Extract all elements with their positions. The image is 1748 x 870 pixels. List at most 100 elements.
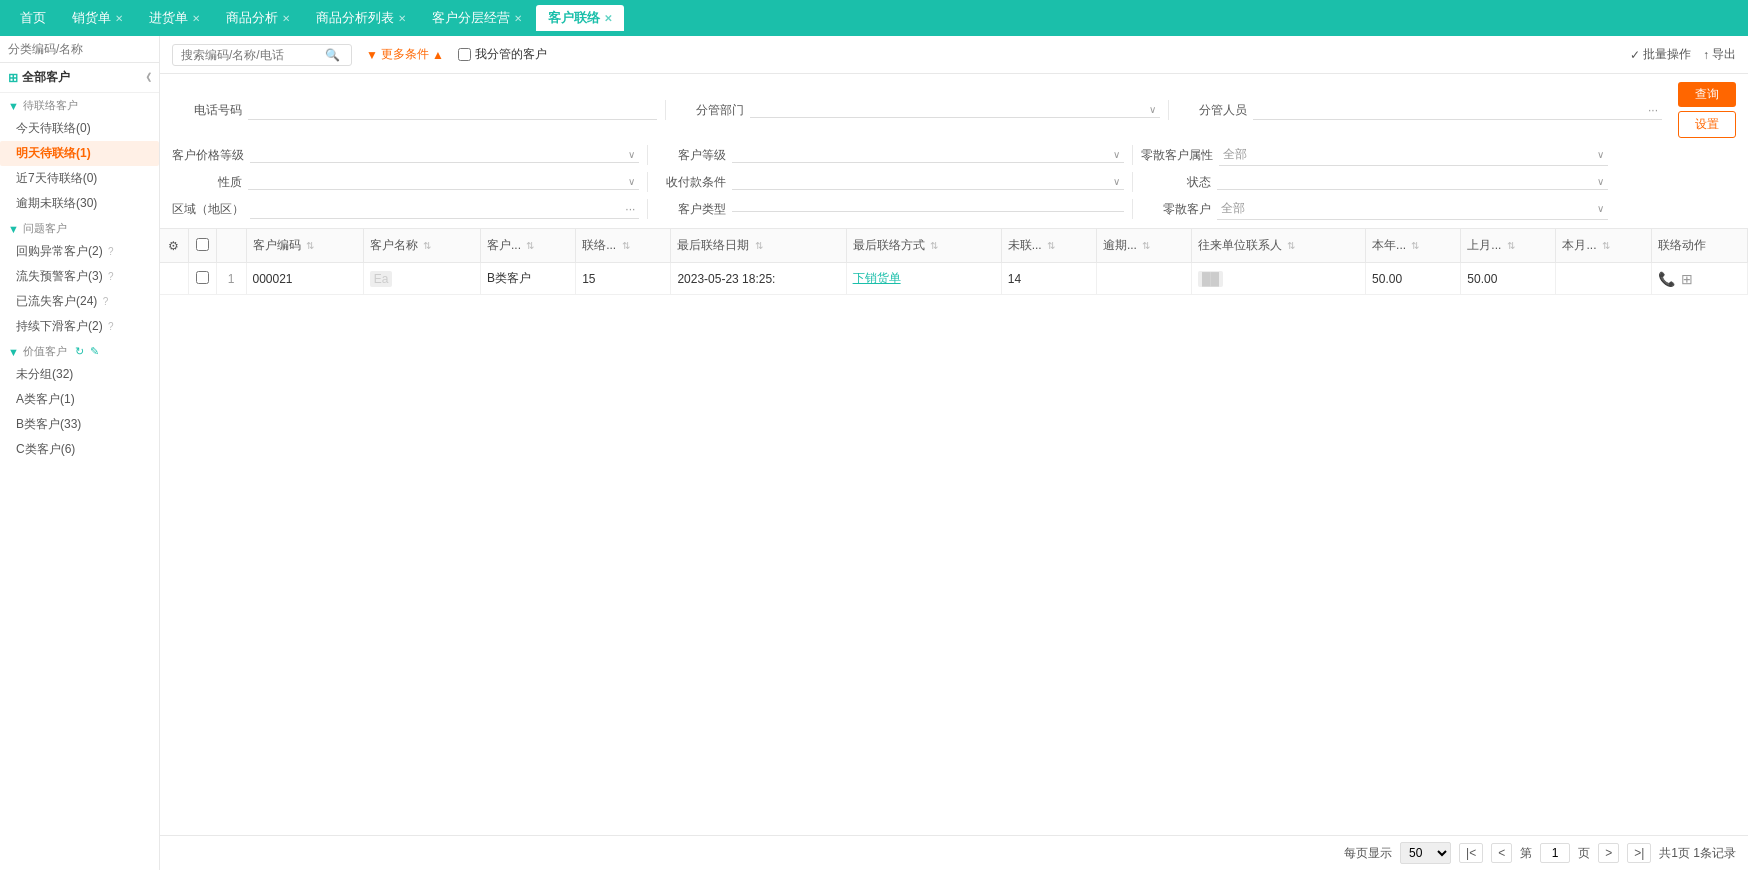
col-name-sort-icon[interactable]: ⇅ <box>423 240 431 251</box>
reset-btn[interactable]: 设置 <box>1678 111 1736 138</box>
sidebar-item-week[interactable]: 近7天待联络(0) <box>0 166 159 191</box>
my-customer-checkbox-label[interactable]: 我分管的客户 <box>458 46 547 63</box>
sidebar-item-lost-help-icon[interactable]: ? <box>108 271 114 282</box>
page-size-select[interactable]: 50 20 100 <box>1400 842 1451 864</box>
filter-manager-select[interactable]: ··· <box>1253 101 1662 120</box>
row-grid-action-icon[interactable]: ⊞ <box>1681 271 1693 287</box>
sidebar-item-declining-help-icon[interactable]: ? <box>108 321 114 332</box>
page-input[interactable] <box>1540 843 1570 863</box>
sidebar-item-declining[interactable]: 持续下滑客户(2) ? <box>0 314 159 339</box>
col-contact-sort-icon[interactable]: ⇅ <box>622 240 630 251</box>
sidebar-item-ungrouped[interactable]: 未分组(32) <box>0 362 159 387</box>
col-this-year-sort-icon[interactable]: ⇅ <box>1411 240 1419 251</box>
sidebar: 🔍 ⊞ 全部客户 《 ▼ 待联络客户 今天待联络(0) 明天待联络(1) 近7天… <box>0 36 160 870</box>
filter-retail-attr-value: 全部 <box>1223 146 1597 163</box>
sidebar-item-a-class[interactable]: A类客户(1) <box>0 387 159 412</box>
filter-divider-5 <box>647 172 648 192</box>
search-input[interactable] <box>181 48 321 62</box>
row-checkbox[interactable] <box>196 271 209 284</box>
col-check <box>188 229 216 263</box>
sidebar-search-area: 🔍 <box>0 36 159 63</box>
batch-btn[interactable]: ✓ 批量操作 <box>1630 46 1691 63</box>
filter-region-dots-icon[interactable]: ··· <box>625 202 635 216</box>
row-type-cell: B类客户 <box>481 263 576 295</box>
filter-status-select[interactable]: ∨ <box>1217 174 1608 190</box>
col-last-month-sort-icon[interactable]: ⇅ <box>1507 240 1515 251</box>
col-last-contact-date-sort-icon[interactable]: ⇅ <box>755 240 763 251</box>
my-customer-checkbox[interactable] <box>458 48 471 61</box>
sidebar-item-churned-help-icon[interactable]: ? <box>103 296 109 307</box>
filter-payment-select[interactable]: ∨ <box>732 174 1123 190</box>
filter-divider-1 <box>665 100 666 120</box>
col-overdue-sort-icon[interactable]: ⇅ <box>1142 240 1150 251</box>
filter-status-arrow-icon: ∨ <box>1597 176 1604 187</box>
col-last-contact-date-label: 最后联络日期 <box>677 238 749 252</box>
col-last-contact-method-sort-icon[interactable]: ⇅ <box>930 240 938 251</box>
sidebar-group-value-refresh-icon[interactable]: ↻ <box>75 345 84 358</box>
nav-purchase[interactable]: 进货单 ✕ <box>137 5 212 31</box>
filter-price-level-select[interactable]: ∨ <box>250 147 639 163</box>
search-icon[interactable]: 🔍 <box>325 48 340 62</box>
prev-page-btn[interactable]: < <box>1491 843 1512 863</box>
filter-retail-customer-field: 零散客户 全部 ∨ <box>1141 198 1608 220</box>
nav-customer-seg[interactable]: 客户分层经营 ✕ <box>420 5 534 31</box>
row-this-year: 50.00 <box>1372 272 1402 286</box>
last-page-btn[interactable]: >| <box>1627 843 1651 863</box>
filter-manager-dots-icon[interactable]: ··· <box>1648 103 1658 117</box>
col-last-contact-method-label: 最后联络方式 <box>853 238 925 252</box>
nav-customer-contact-close-icon[interactable]: ✕ <box>604 13 612 24</box>
sidebar-all-customers[interactable]: ⊞ 全部客户 《 <box>0 63 159 93</box>
gear-icon[interactable]: ⚙ <box>168 239 179 253</box>
nav-sales-close-icon[interactable]: ✕ <box>115 13 123 24</box>
filter-price-level-arrow-icon: ∨ <box>628 149 635 160</box>
nav-purchase-close-icon[interactable]: ✕ <box>192 13 200 24</box>
row-gear-cell <box>160 263 188 295</box>
col-action: 联络动作 <box>1651 229 1747 263</box>
col-code-sort-icon[interactable]: ⇅ <box>306 240 314 251</box>
nav-sales[interactable]: 销货单 ✕ <box>60 5 135 31</box>
col-uncontacted-sort-icon[interactable]: ⇅ <box>1047 240 1055 251</box>
filter-customer-type-field: 客户类型 <box>656 201 1123 218</box>
next-page-btn[interactable]: > <box>1598 843 1619 863</box>
sidebar-search-input[interactable] <box>8 42 158 56</box>
filter-retail-attr-select[interactable]: 全部 ∨ <box>1219 144 1608 166</box>
sidebar-item-today[interactable]: 今天待联络(0) <box>0 116 159 141</box>
first-page-btn[interactable]: |< <box>1459 843 1483 863</box>
row-last-contact-method[interactable]: 下销货单 <box>853 271 901 285</box>
filter-more-btn[interactable]: ▼ 更多条件 ▲ <box>360 42 450 67</box>
col-type-sort-icon[interactable]: ⇅ <box>526 240 534 251</box>
nav-home[interactable]: 首页 <box>8 5 58 31</box>
filter-customer-level-select[interactable]: ∨ <box>732 147 1123 163</box>
col-this-month-sort-icon[interactable]: ⇅ <box>1602 240 1610 251</box>
export-btn[interactable]: ↑ 导出 <box>1703 46 1736 63</box>
sidebar-collapse-icon[interactable]: 《 <box>141 71 151 85</box>
sidebar-item-abnormal[interactable]: 回购异常客户(2) ? <box>0 239 159 264</box>
filter-customer-type-select[interactable] <box>732 207 1123 212</box>
nav-analysis[interactable]: 商品分析 ✕ <box>214 5 302 31</box>
filter-dept-select[interactable]: ∨ <box>750 102 1159 118</box>
query-btn[interactable]: 查询 <box>1678 82 1736 107</box>
sidebar-item-abnormal-help-icon[interactable]: ? <box>108 246 114 257</box>
sidebar-item-declining-label: 持续下滑客户(2) <box>16 319 103 333</box>
filter-gender-select[interactable]: ∨ <box>248 174 639 190</box>
nav-sales-label: 销货单 <box>72 9 111 27</box>
sidebar-item-churned[interactable]: 已流失客户(24) ? <box>0 289 159 314</box>
sidebar-item-c-class[interactable]: C类客户(6) <box>0 437 159 462</box>
col-unit-contact-sort-icon[interactable]: ⇅ <box>1287 240 1295 251</box>
sidebar-item-overdue[interactable]: 逾期未联络(30) <box>0 191 159 216</box>
sidebar-group-value-edit-icon[interactable]: ✎ <box>90 345 99 358</box>
nav-analysis-close-icon[interactable]: ✕ <box>282 13 290 24</box>
sidebar-item-lost[interactable]: 流失预警客户(3) ? <box>0 264 159 289</box>
nav-customer-contact[interactable]: 客户联络 ✕ <box>536 5 624 31</box>
sidebar-item-tomorrow[interactable]: 明天待联络(1) <box>0 141 159 166</box>
select-all-checkbox[interactable] <box>196 238 209 251</box>
filter-retail-customer-select[interactable]: 全部 ∨ <box>1217 198 1608 220</box>
nav-analysis-table[interactable]: 商品分析列表 ✕ <box>304 5 418 31</box>
row-phone-action-icon[interactable]: 📞 <box>1658 271 1675 287</box>
nav-analysis-table-close-icon[interactable]: ✕ <box>398 13 406 24</box>
sidebar-item-b-class[interactable]: B类客户(33) <box>0 412 159 437</box>
nav-customer-seg-close-icon[interactable]: ✕ <box>514 13 522 24</box>
filter-phone-input[interactable] <box>248 101 657 120</box>
filter-region-select[interactable]: ··· <box>250 200 639 219</box>
row-num-cell: 1 <box>216 263 246 295</box>
